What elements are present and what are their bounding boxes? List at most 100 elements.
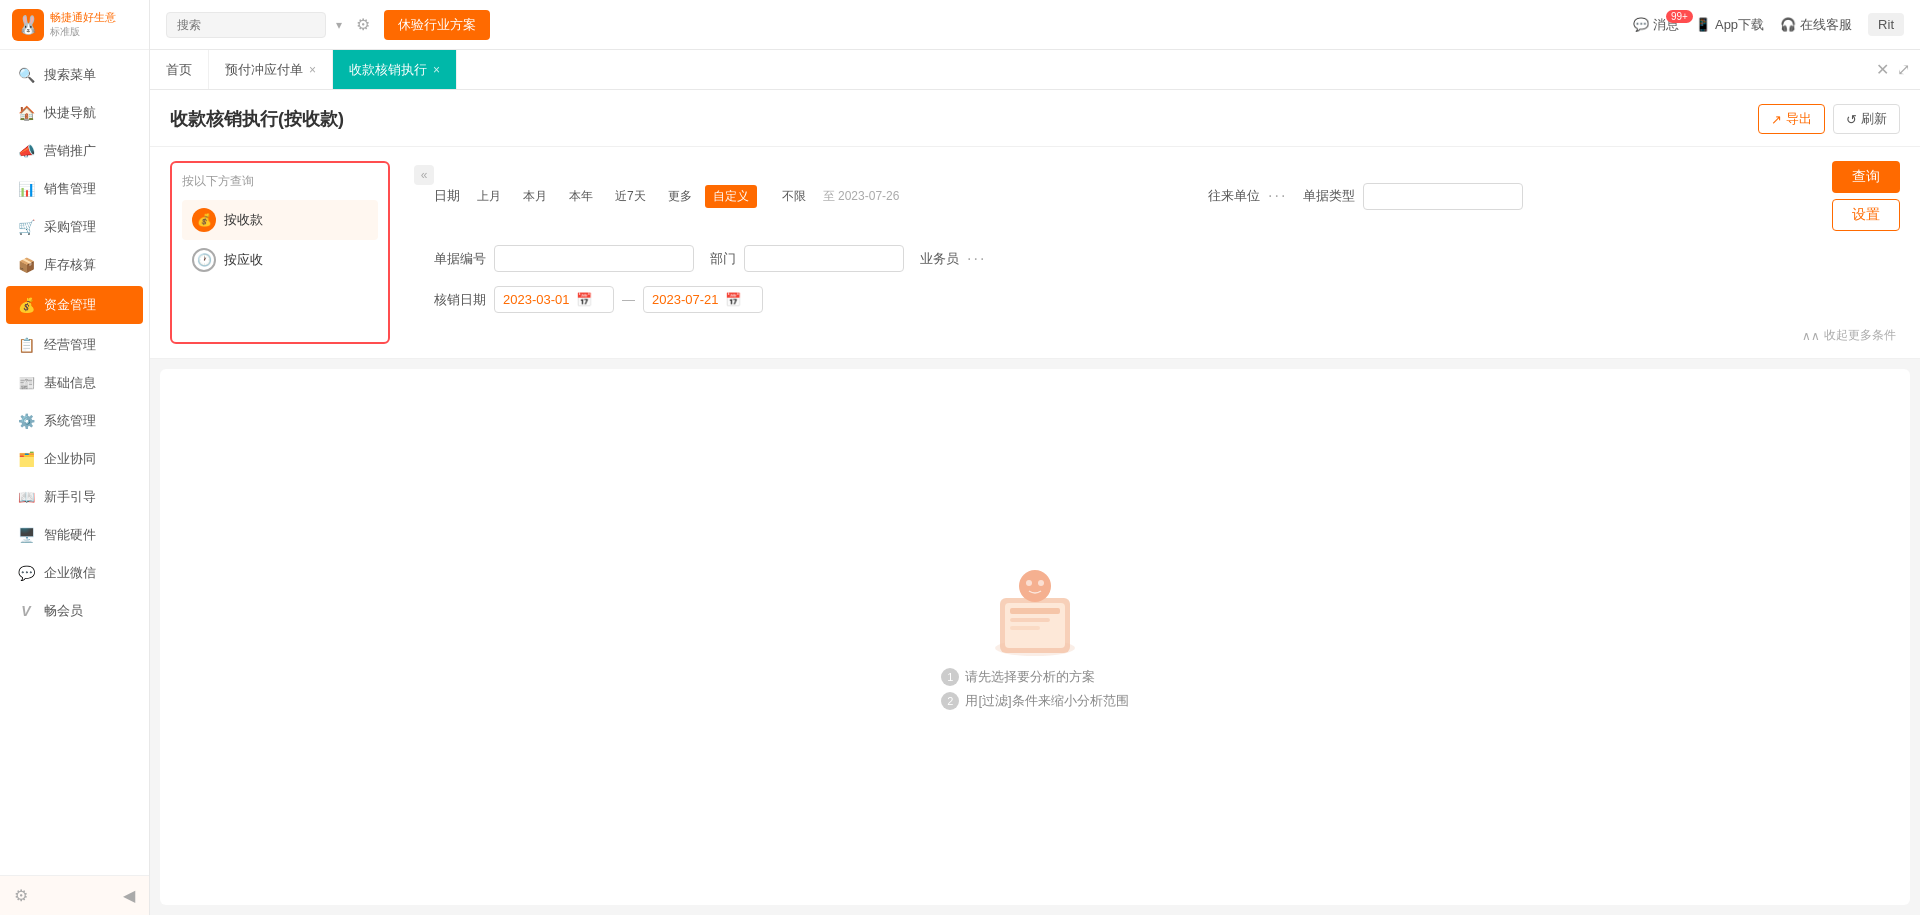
tab-receipt[interactable]: 收款核销执行 × [333,50,457,89]
sidebar-item-hardware[interactable]: 🖥️ 智能硬件 [0,516,149,554]
setting-button[interactable]: 设置 [1832,199,1900,231]
page-actions: ↗ 导出 ↺ 刷新 [1758,104,1900,146]
empty-tip-2: 2 用[过滤]条件来缩小分析范围 [941,692,1128,710]
home-icon: 🏠 [16,105,36,121]
sidebar-item-label: 销售管理 [44,180,96,198]
date-btn-last-month[interactable]: 上月 [468,184,510,209]
export-button[interactable]: ↗ 导出 [1758,104,1825,134]
main-area: ▾ ⚙ 休验行业方案 💬 消息 99+ 📱 App下载 🎧 在线客服 Rit 首… [150,0,1920,915]
counterparty-dots[interactable]: ··· [1268,187,1287,205]
operation-icon: 📋 [16,337,36,353]
sidebar-item-enterprise[interactable]: 🗂️ 企业协同 [0,440,149,478]
tip-num-2: 2 [941,692,959,710]
filter-row-2: 单据编号 部门 业务员 ··· [434,245,1900,272]
sidebar-item-shortcut[interactable]: 🏠 快捷导航 [0,94,149,132]
sidebar-item-search[interactable]: 🔍 搜索菜单 [0,56,149,94]
sidebar-item-wechat[interactable]: 💬 企业微信 [0,554,149,592]
doctype-select[interactable] [1363,183,1523,210]
tab-receipt-close-icon[interactable]: × [433,63,440,77]
tab-prepay[interactable]: 预付冲应付单 × [209,50,333,89]
logo-icon: 🐰 [12,9,44,41]
settings-icon[interactable]: ⚙ [356,15,370,34]
export-icon: ↗ [1771,112,1782,127]
filter-counterparty-field: 往来单位 ··· [1208,187,1287,205]
empty-tip-1: 1 请先选择要分析的方案 [941,668,1128,686]
docno-label: 单据编号 [434,250,486,268]
verify-date-start-input[interactable]: 2023-03-01 📅 [494,286,614,313]
date-btn-this-year[interactable]: 本年 [560,184,602,209]
sidebar-item-finance[interactable]: 💰 资金管理 [6,286,143,324]
verify-date-end-input[interactable]: 2023-07-21 📅 [643,286,763,313]
sidebar-item-label: 采购管理 [44,218,96,236]
filter-no-limit-field: 不限 至 2023-07-26 [773,184,900,209]
svg-rect-3 [1010,608,1060,614]
sidebar-item-label: 智能硬件 [44,526,96,544]
sidebar-item-guide[interactable]: 📖 新手引导 [0,478,149,516]
date-btn-7days[interactable]: 近7天 [606,184,655,209]
tip-text-2: 用[过滤]条件来缩小分析范围 [965,692,1128,710]
tab-home-label: 首页 [166,61,192,79]
calendar-start-icon: 📅 [576,292,592,307]
sidebar-item-inventory[interactable]: 📦 库存核算 [0,246,149,284]
filter-type-selector: 按以下方查询 💰 按收款 🕐 按应收 [170,161,390,344]
messages-badge: 99+ [1666,10,1693,23]
refresh-label: 刷新 [1861,110,1887,128]
filter-option-by-receipt[interactable]: 💰 按收款 [182,200,378,240]
sidebar-logo: 🐰 畅捷通好生意 标准版 [0,0,149,50]
sidebar-item-label: 搜索菜单 [44,66,96,84]
filter-verify-date-field: 核销日期 2023-03-01 📅 — 2023-07-21 📅 [434,286,763,313]
date-btn-this-month[interactable]: 本月 [514,184,556,209]
search-icon: 🔍 [16,67,36,83]
filter-option-receipt-label: 按收款 [224,211,263,229]
date-btn-more[interactable]: 更多 [659,184,701,209]
inventory-icon: 📦 [16,257,36,273]
filter-collapse-button[interactable]: « [414,165,434,185]
filter-option-by-receivable[interactable]: 🕐 按应收 [182,240,378,280]
mobile-icon: 📱 [1695,17,1711,32]
sidebar-item-basic[interactable]: 📰 基础信息 [0,364,149,402]
query-button[interactable]: 查询 [1832,161,1900,193]
date-to-label: 至 2023-07-26 [823,188,900,205]
sidebar-item-purchase[interactable]: 🛒 采购管理 [0,208,149,246]
sidebar-item-member[interactable]: V 畅会员 [0,592,149,630]
sidebar-item-operation[interactable]: 📋 经营管理 [0,326,149,364]
user-avatar[interactable]: Rit [1868,13,1904,36]
svg-point-6 [1019,570,1051,602]
dept-label: 部门 [710,250,736,268]
filter-row-1: 日期 上月 本月 本年 近7天 更多 自定义 不限 [434,161,1900,231]
sidebar-item-system[interactable]: ⚙️ 系统管理 [0,402,149,440]
sidebar-item-marketing[interactable]: 📣 营销推广 [0,132,149,170]
staff-dots[interactable]: ··· [967,250,986,268]
sidebar-item-sales[interactable]: 📊 销售管理 [0,170,149,208]
collapse-more-btn[interactable]: ∧∧ 收起更多条件 [434,327,1900,344]
receivable-type-icon: 🕐 [192,248,216,272]
sidebar-item-label: 企业微信 [44,564,96,582]
app-download-button[interactable]: 📱 App下载 [1695,16,1764,34]
dropdown-chevron-icon[interactable]: ▾ [336,18,342,32]
settings-footer-icon[interactable]: ⚙ [14,886,28,905]
tab-prepay-close-icon[interactable]: × [309,63,316,77]
sidebar-item-label: 经营管理 [44,336,96,354]
tab-home[interactable]: 首页 [150,50,209,89]
topbar-right: 💬 消息 99+ 📱 App下载 🎧 在线客服 Rit [1633,13,1904,36]
purchase-icon: 🛒 [16,219,36,235]
date-btn-custom[interactable]: 自定义 [705,185,757,208]
sidebar: 🐰 畅捷通好生意 标准版 🔍 搜索菜单 🏠 快捷导航 📣 营销推广 📊 销售管理… [0,0,150,915]
svg-rect-5 [1010,626,1040,630]
close-tab-icon[interactable]: ✕ [1876,60,1889,79]
refresh-button[interactable]: ↺ 刷新 [1833,104,1900,134]
expand-tab-icon[interactable]: ⤢ [1897,60,1910,79]
messages-button[interactable]: 💬 消息 99+ [1633,16,1679,34]
collapse-sidebar-icon[interactable]: ◀ [123,886,135,905]
topbar-search-input[interactable] [166,12,326,38]
online-service-button[interactable]: 🎧 在线客服 [1780,16,1852,34]
docno-input[interactable] [494,245,694,272]
filter-form: 日期 上月 本月 本年 近7天 更多 自定义 不限 [434,161,1900,344]
industry-plan-button[interactable]: 休验行业方案 [384,10,490,40]
sidebar-item-label: 企业协同 [44,450,96,468]
dept-select[interactable] [744,245,904,272]
sidebar-item-label: 畅会员 [44,602,83,620]
date-range-dash: — [622,292,635,307]
filter-docno-field: 单据编号 [434,245,694,272]
filter-date-field: 日期 上月 本月 本年 近7天 更多 自定义 [434,184,757,209]
